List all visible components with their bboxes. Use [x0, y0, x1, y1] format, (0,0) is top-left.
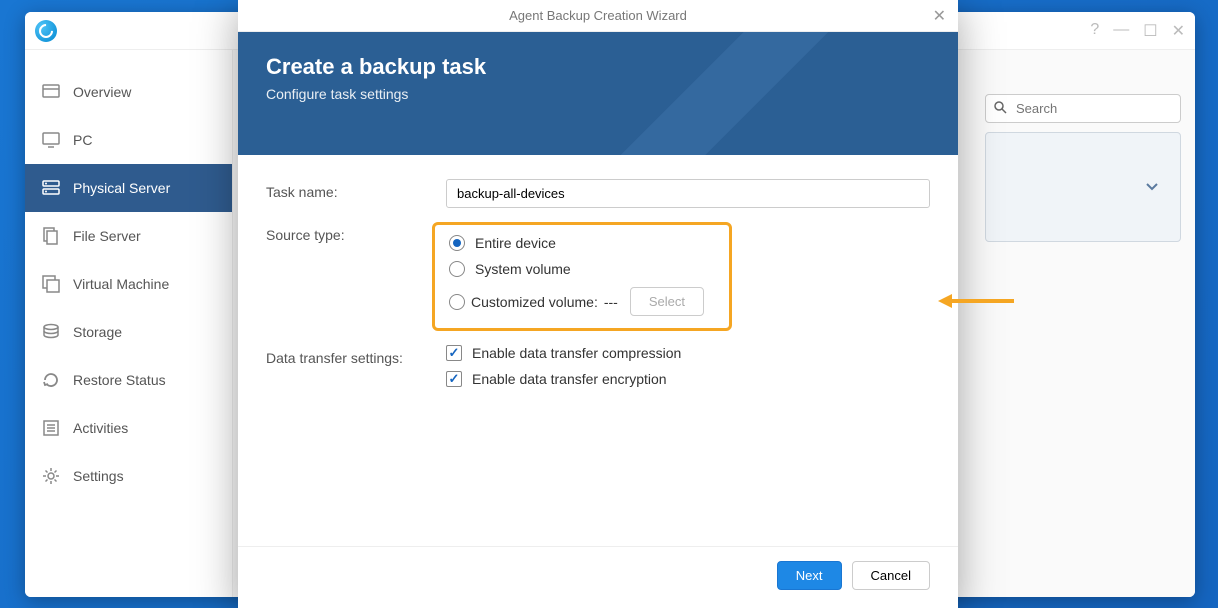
sidebar-item-label: Physical Server [73, 180, 170, 196]
sidebar: Overview PC Physical Server File Server … [25, 50, 233, 597]
restore-icon [41, 370, 61, 390]
sidebar-item-pc[interactable]: PC [25, 116, 232, 164]
next-button[interactable]: Next [777, 561, 842, 590]
dialog-titlebar: Agent Backup Creation Wizard ✕ [238, 0, 958, 32]
radio-system-volume[interactable]: System volume [449, 261, 715, 277]
sidebar-item-physical-server[interactable]: Physical Server [25, 164, 232, 212]
dialog-footer: Next Cancel [238, 546, 958, 608]
radio-entire-device[interactable]: Entire device [449, 235, 715, 251]
sidebar-item-label: Virtual Machine [73, 276, 169, 292]
task-name-input[interactable] [446, 179, 930, 208]
sidebar-item-label: Storage [73, 324, 122, 340]
settings-icon [41, 466, 61, 486]
source-highlight: Entire device System volume Customized v… [432, 222, 732, 331]
sidebar-item-file-server[interactable]: File Server [25, 212, 232, 260]
sidebar-item-label: Activities [73, 420, 128, 436]
storage-icon [41, 322, 61, 342]
minimize-button[interactable]: — [1113, 21, 1129, 41]
dialog-header: Create a backup task Configure task sett… [238, 32, 958, 155]
radio-label: System volume [475, 261, 571, 277]
checkbox-label: Enable data transfer compression [472, 345, 681, 361]
overview-icon [41, 82, 61, 102]
cancel-button[interactable]: Cancel [852, 561, 930, 590]
checkbox-icon [446, 345, 462, 361]
task-name-label: Task name: [266, 179, 446, 200]
dialog-close-button[interactable]: ✕ [933, 6, 946, 26]
sidebar-item-overview[interactable]: Overview [25, 68, 232, 116]
dialog-body: Task name: Source type: Entire device [238, 155, 958, 387]
radio-icon [449, 261, 465, 277]
dialog-header-title: Create a backup task [266, 54, 930, 80]
custom-volume-value: --- [604, 294, 618, 310]
vm-icon [41, 274, 61, 294]
sidebar-item-label: Settings [73, 468, 124, 484]
sidebar-item-label: PC [73, 132, 92, 148]
checkbox-encryption[interactable]: Enable data transfer encryption [446, 371, 930, 387]
search-input[interactable] [985, 94, 1181, 123]
file-server-icon [41, 226, 61, 246]
sidebar-item-label: File Server [73, 228, 141, 244]
server-icon [41, 178, 61, 198]
dialog-header-subtitle: Configure task settings [266, 86, 930, 102]
dialog-title: Agent Backup Creation Wizard [509, 8, 687, 23]
search-icon [993, 100, 1007, 117]
close-button[interactable]: ✕ [1172, 21, 1185, 41]
radio-icon [449, 235, 465, 251]
sidebar-item-storage[interactable]: Storage [25, 308, 232, 356]
select-volume-button[interactable]: Select [630, 287, 704, 316]
checkbox-icon [446, 371, 462, 387]
radio-label: Entire device [475, 235, 556, 251]
window-controls: ? — ☐ ✕ [1090, 21, 1185, 41]
activities-icon [41, 418, 61, 438]
chevron-down-icon [1144, 178, 1160, 197]
right-panel[interactable] [985, 132, 1181, 242]
maximize-button[interactable]: ☐ [1143, 21, 1157, 41]
source-type-label: Source type: [266, 222, 446, 243]
checkbox-compression[interactable]: Enable data transfer compression [446, 345, 930, 361]
help-button[interactable]: ? [1090, 21, 1099, 41]
sidebar-item-label: Overview [73, 84, 131, 100]
sidebar-item-activities[interactable]: Activities [25, 404, 232, 452]
radio-icon [449, 294, 465, 310]
sidebar-item-restore-status[interactable]: Restore Status [25, 356, 232, 404]
app-logo-icon [35, 20, 57, 42]
sidebar-item-settings[interactable]: Settings [25, 452, 232, 500]
sidebar-item-virtual-machine[interactable]: Virtual Machine [25, 260, 232, 308]
radio-label: Customized volume: [471, 294, 598, 310]
checkbox-label: Enable data transfer encryption [472, 371, 667, 387]
sidebar-item-label: Restore Status [73, 372, 166, 388]
pc-icon [41, 130, 61, 150]
radio-customized-volume[interactable]: Customized volume: --- Select [449, 287, 715, 316]
search-box [985, 94, 1181, 123]
wizard-dialog: Agent Backup Creation Wizard ✕ Create a … [238, 0, 958, 608]
data-transfer-label: Data transfer settings: [266, 345, 446, 366]
